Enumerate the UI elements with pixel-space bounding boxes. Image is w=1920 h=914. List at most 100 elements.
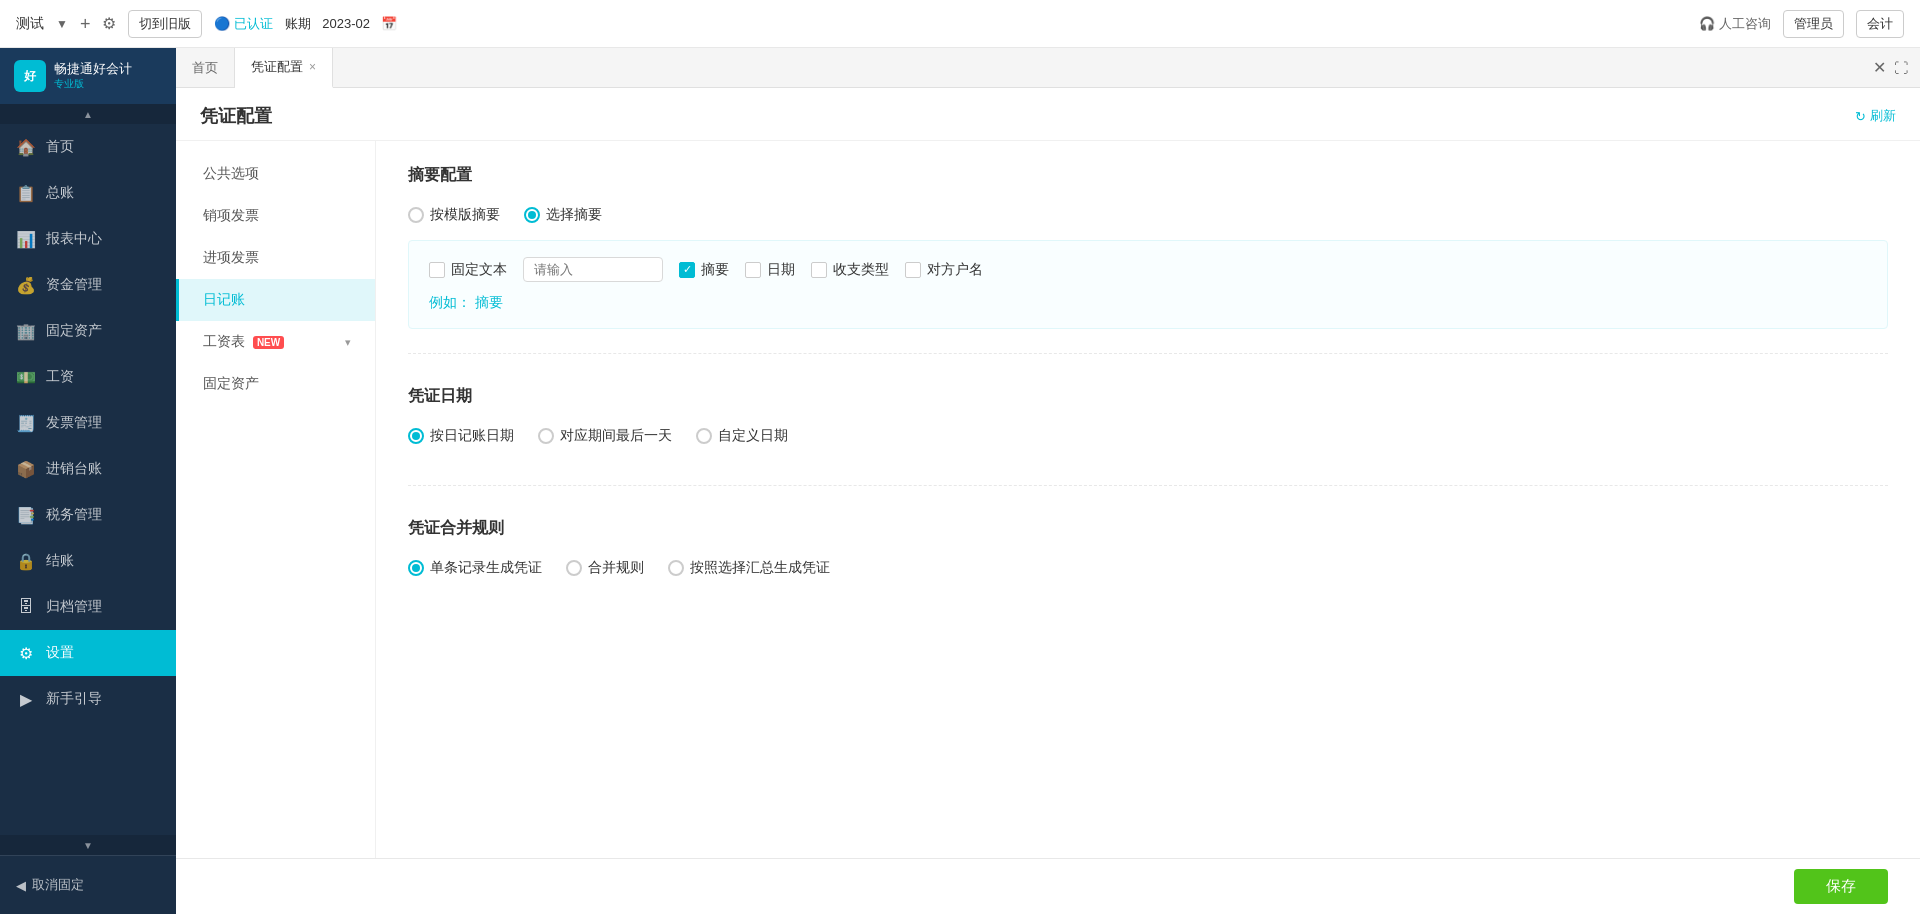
report-icon: 📊 <box>16 229 36 249</box>
company-dropdown-icon[interactable]: ▼ <box>56 17 68 31</box>
period-label: 账期 2023-02 📅 <box>285 15 396 33</box>
save-button[interactable]: 保存 <box>1794 869 1888 904</box>
radio-select-summary-circle <box>524 207 540 223</box>
tab-close-icon[interactable]: × <box>309 60 316 74</box>
sidebar-item-assets[interactable]: 🏢 固定资产 <box>0 308 176 354</box>
sidebar-item-report[interactable]: 📊 报表中心 <box>0 216 176 262</box>
checkbox-fixed-text[interactable]: 固定文本 <box>429 261 507 279</box>
sidebar-item-home[interactable]: 🏠 首页 <box>0 124 176 170</box>
sidebar-item-tax[interactable]: 📑 税务管理 <box>0 492 176 538</box>
radio-single-record-circle <box>408 560 424 576</box>
cancel-fixed-button[interactable]: ◀ 取消固定 <box>0 866 176 904</box>
calendar-icon[interactable]: 📅 <box>381 16 397 31</box>
sidebar-item-trade[interactable]: 📦 进销台账 <box>0 446 176 492</box>
sidebar: 好 畅捷通好会计 专业版 ▲ 🏠 首页 📋 总账 📊 报表中心 💰 资金管理 <box>0 48 176 914</box>
radio-journal-date[interactable]: 按日记账日期 <box>408 427 514 445</box>
refresh-button[interactable]: ↻ 刷新 <box>1855 107 1896 125</box>
refresh-icon: ↻ <box>1855 109 1866 124</box>
consult-button[interactable]: 🎧 人工咨询 <box>1699 15 1771 33</box>
summary-radio-group: 按模版摘要 选择摘要 <box>408 206 1888 224</box>
left-nav-sales[interactable]: 销项发票 <box>176 195 375 237</box>
left-nav-fixed-assets[interactable]: 固定资产 <box>176 363 375 405</box>
sidebar-item-invoice[interactable]: 🧾 发票管理 <box>0 400 176 446</box>
merge-section-title: 凭证合并规则 <box>408 518 1888 539</box>
switch-version-button[interactable]: 切到旧版 <box>128 10 202 38</box>
checkbox-summary[interactable]: ✓ 摘要 <box>679 261 729 279</box>
example-text: 例如： 摘要 <box>429 294 1867 312</box>
close-panel-icon[interactable]: ✕ <box>1873 58 1886 77</box>
left-nav: 公共选项 销项发票 进项发票 日记账 工资表 <box>176 141 376 858</box>
logo-text: 畅捷通好会计 专业版 <box>54 61 132 92</box>
sidebar-scroll-up[interactable]: ▲ <box>0 104 176 124</box>
page-content: 凭证配置 ↻ 刷新 公共选项 销项发票 进项发票 <box>176 88 1920 858</box>
radio-journal-date-circle <box>408 428 424 444</box>
sidebar-item-ledger[interactable]: 📋 总账 <box>0 170 176 216</box>
headset-icon: 🎧 <box>1699 16 1715 31</box>
checkbox-date[interactable]: 日期 <box>745 261 795 279</box>
radio-merge-rules-circle <box>566 560 582 576</box>
summary-section: 摘要配置 按模版摘要 选择摘要 <box>408 165 1888 354</box>
sidebar-scroll-down[interactable]: ▼ <box>0 835 176 855</box>
summary-config-box: 固定文本 ✓ 摘要 日期 <box>408 240 1888 329</box>
page-header: 凭证配置 ↻ 刷新 <box>176 88 1920 141</box>
checkbox-income-type[interactable]: 收支类型 <box>811 261 889 279</box>
radio-single-record[interactable]: 单条记录生成凭证 <box>408 559 542 577</box>
sidebar-item-settings[interactable]: ⚙ 设置 <box>0 630 176 676</box>
radio-template[interactable]: 按模版摘要 <box>408 206 500 224</box>
income-type-checkbox <box>811 262 827 278</box>
left-nav-journal[interactable]: 日记账 <box>176 279 375 321</box>
radio-merge-rules[interactable]: 合并规则 <box>566 559 644 577</box>
expand-icon[interactable]: ⛶ <box>1894 60 1908 76</box>
guide-icon: ▶ <box>16 689 36 709</box>
add-icon[interactable]: + <box>80 15 91 33</box>
fixed-text-input[interactable] <box>523 257 663 282</box>
ledger-icon: 📋 <box>16 183 36 203</box>
bottom-bar: 保存 <box>176 858 1920 914</box>
date-section: 凭证日期 按日记账日期 对应期间最后一天 <box>408 386 1888 486</box>
counterpart-checkbox <box>905 262 921 278</box>
left-nav-public[interactable]: 公共选项 <box>176 153 375 195</box>
tabs-actions: ✕ ⛶ <box>1861 48 1920 87</box>
left-nav-purchase[interactable]: 进项发票 <box>176 237 375 279</box>
merge-radio-group: 单条记录生成凭证 合并规则 按照选择汇总生成凭证 <box>408 559 1888 577</box>
payroll-expand-icon[interactable]: ▾ <box>345 336 351 349</box>
sidebar-item-close[interactable]: 🔒 结账 <box>0 538 176 584</box>
radio-select-summary[interactable]: 选择摘要 <box>524 206 602 224</box>
radio-summary-generate[interactable]: 按照选择汇总生成凭证 <box>668 559 830 577</box>
accountant-button[interactable]: 会计 <box>1856 10 1904 38</box>
gear-icon[interactable]: ⚙ <box>102 14 116 33</box>
fixed-text-checkbox <box>429 262 445 278</box>
radio-template-circle <box>408 207 424 223</box>
sidebar-scroll: 🏠 首页 📋 总账 📊 报表中心 💰 资金管理 🏢 固定资产 💵 工资 <box>0 124 176 835</box>
pin-left-icon: ◀ <box>16 878 26 893</box>
left-nav-payroll[interactable]: 工资表 NEW ▾ <box>176 321 375 363</box>
radio-summary-generate-circle <box>668 560 684 576</box>
admin-button[interactable]: 管理员 <box>1783 10 1844 38</box>
sidebar-item-capital[interactable]: 💰 资金管理 <box>0 262 176 308</box>
tab-home[interactable]: 首页 <box>176 48 235 87</box>
tab-voucher-config[interactable]: 凭证配置 × <box>235 48 333 88</box>
sidebar-bottom: ◀ 取消固定 <box>0 855 176 914</box>
date-checkbox <box>745 262 761 278</box>
archive-icon: 🗄 <box>16 597 36 617</box>
sidebar-item-guide[interactable]: ▶ 新手引导 <box>0 676 176 722</box>
settings-icon: ⚙ <box>16 643 36 663</box>
top-bar-right: 🎧 人工咨询 管理员 会计 <box>1699 10 1904 38</box>
radio-period-last-circle <box>538 428 554 444</box>
date-section-title: 凭证日期 <box>408 386 1888 407</box>
radio-period-last[interactable]: 对应期间最后一天 <box>538 427 672 445</box>
sidebar-item-archive[interactable]: 🗄 归档管理 <box>0 584 176 630</box>
logo-icon: 好 <box>14 60 46 92</box>
content-area: 首页 凭证配置 × ✕ ⛶ 凭证配置 ↻ 刷新 <box>176 48 1920 914</box>
assets-icon: 🏢 <box>16 321 36 341</box>
company-name: 测试 <box>16 15 44 33</box>
sidebar-item-salary[interactable]: 💵 工资 <box>0 354 176 400</box>
tax-icon: 📑 <box>16 505 36 525</box>
inner-layout: 公共选项 销项发票 进项发票 日记账 工资表 <box>176 141 1920 858</box>
summary-title: 摘要配置 <box>408 165 1888 186</box>
shield-icon: 🔵 <box>214 16 230 31</box>
summary-config-row: 固定文本 ✓ 摘要 日期 <box>429 257 1867 282</box>
merge-section: 凭证合并规则 单条记录生成凭证 合并规则 <box>408 518 1888 617</box>
radio-custom-date[interactable]: 自定义日期 <box>696 427 788 445</box>
checkbox-counterpart[interactable]: 对方户名 <box>905 261 983 279</box>
